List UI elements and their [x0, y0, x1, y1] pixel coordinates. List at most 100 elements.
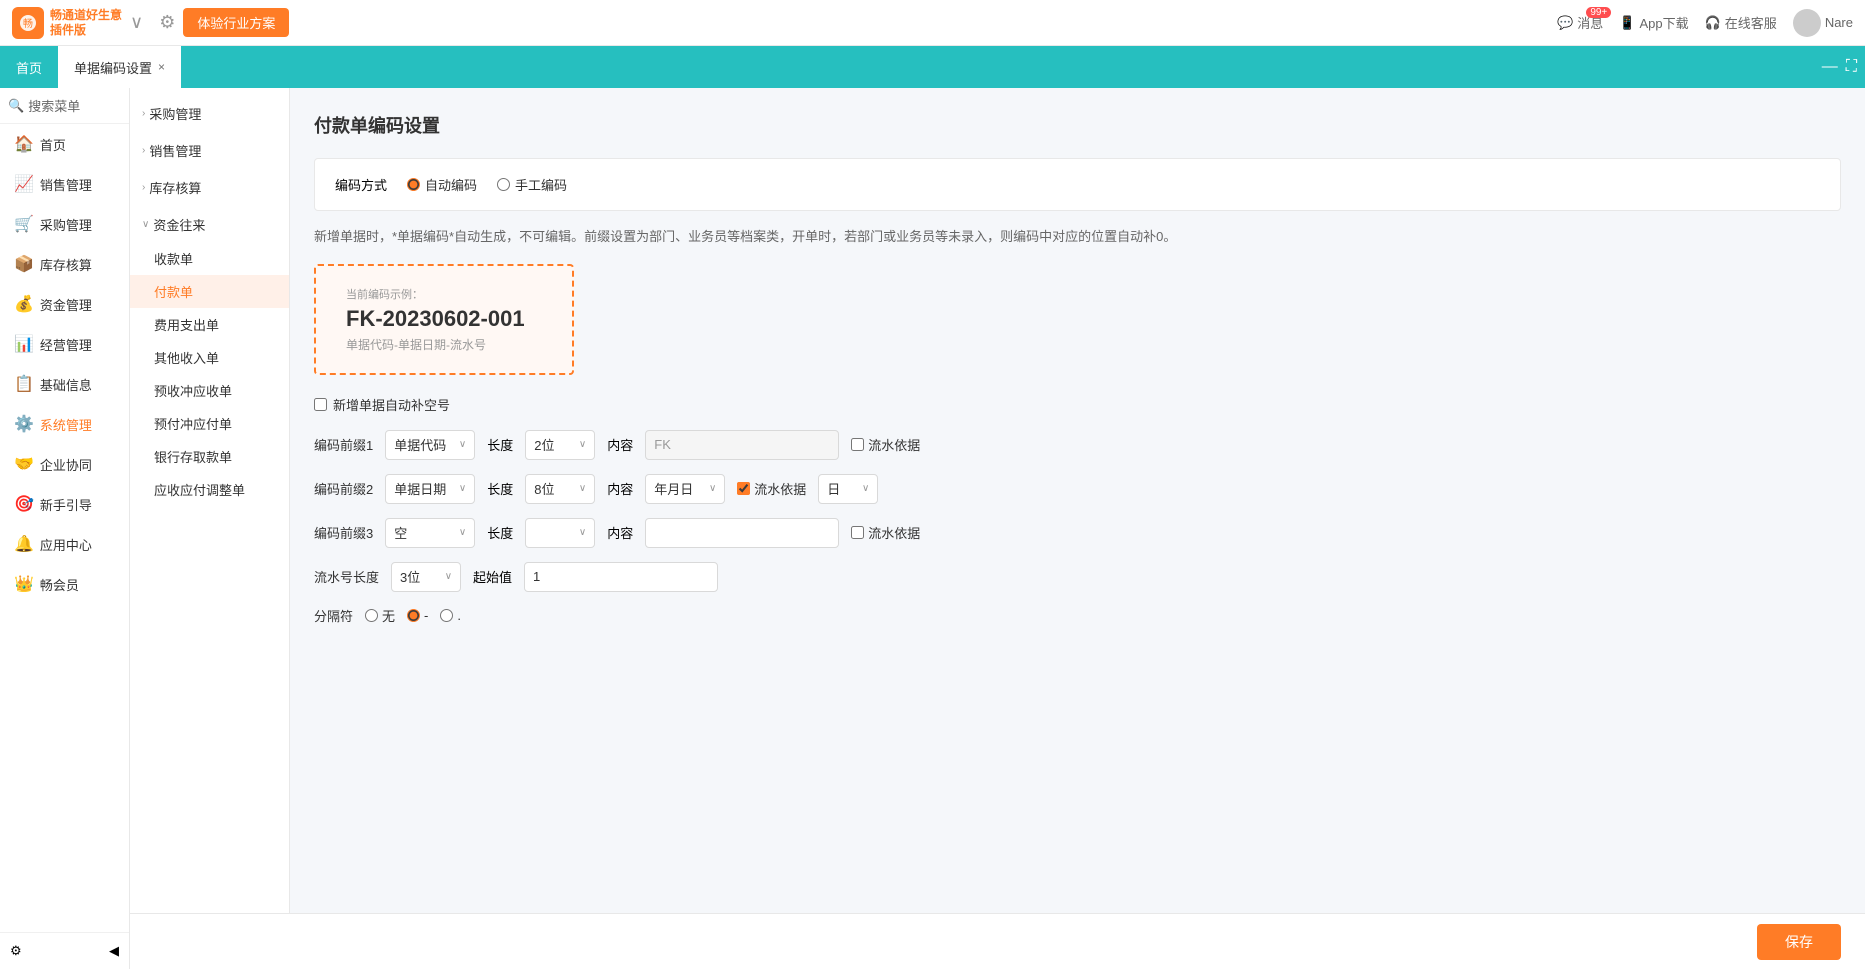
prefix3-select[interactable]: 空 ∨ — [385, 518, 475, 548]
topbar: 畅 畅通道好生意 插件版 ∨ ⚙ 体验行业方案 💬 消息 99+ 📱 App下载… — [0, 0, 1865, 46]
sidebar-item-appcenter[interactable]: 🔔 应用中心 — [0, 524, 129, 564]
prefix1-length-select[interactable]: 2位 ∨ — [525, 430, 595, 460]
prefix1-stream-checkbox[interactable] — [851, 438, 864, 451]
prefix1-select[interactable]: 单据代码 ∨ — [385, 430, 475, 460]
prefix1-content-label: 内容 — [607, 435, 633, 454]
message-badge: 99+ — [1586, 7, 1611, 18]
topbar-left: 畅 畅通道好生意 插件版 ∨ ⚙ 体验行业方案 — [12, 7, 289, 39]
sep-dash-input[interactable] — [407, 609, 420, 622]
coding-method-row: 编码方式 自动编码 手工编码 — [335, 175, 1820, 194]
sep-none-radio[interactable]: 无 — [365, 606, 395, 625]
nav-group-purchase-title[interactable]: 采购管理 — [130, 96, 289, 131]
nav-group-inventory-title[interactable]: 库存核算 — [130, 170, 289, 205]
nav-leaf-advance-offset[interactable]: 预付冲应付单 — [130, 407, 289, 440]
auto-fill-label: 新增单据自动补空号 — [333, 395, 450, 414]
nav-leaf-adjust[interactable]: 应收应付调整单 — [130, 473, 289, 506]
prefix3-stream-checkbox[interactable] — [851, 526, 864, 539]
sidebar-item-operations[interactable]: 📊 经营管理 — [0, 324, 129, 364]
prefix2-content-arrow-icon: ∨ — [709, 483, 716, 494]
manual-coding-input[interactable] — [497, 178, 510, 191]
serial-row: 流水号长度 3位 ∨ 起始值 — [314, 562, 1841, 592]
guide-icon: 🎯 — [14, 494, 34, 514]
nav-leaf-receipt[interactable]: 收款单 — [130, 242, 289, 275]
nav-group-capital-title[interactable]: 资金往来 — [130, 207, 289, 242]
save-button[interactable]: 保存 — [1757, 924, 1841, 960]
sep-dash-label: - — [424, 608, 428, 623]
sidebar-item-collab[interactable]: 🤝 企业协同 — [0, 444, 129, 484]
sep-dash-radio[interactable]: - — [407, 608, 428, 623]
auto-coding-radio[interactable]: 自动编码 — [407, 175, 477, 194]
member-icon: 👑 — [14, 574, 34, 594]
sidebar-item-home[interactable]: 🏠 首页 — [0, 124, 129, 164]
capital-arrow-icon — [142, 219, 149, 230]
tab-close-icon[interactable]: × — [158, 60, 165, 74]
sidebar-item-sales[interactable]: 📈 销售管理 — [0, 164, 129, 204]
sidebar-item-inventory[interactable]: 📦 库存核算 — [0, 244, 129, 284]
sidebar-item-system[interactable]: ⚙️ 系统管理 — [0, 404, 129, 444]
sidebar-item-finance[interactable]: 💰 资金管理 — [0, 284, 129, 324]
nav-leaf-other-income[interactable]: 其他收入单 — [130, 341, 289, 374]
preview-sub: 单据代码-单据日期-流水号 — [346, 336, 542, 353]
encoding-tab-label: 单据编码设置 — [74, 58, 152, 77]
logo-area: 畅 畅通道好生意 插件版 — [12, 7, 122, 39]
prefix2-period-select[interactable]: 日 ∨ — [818, 474, 878, 504]
prefix2-content-select[interactable]: 年月日 ∨ — [645, 474, 725, 504]
page-title: 付款单编码设置 — [314, 112, 1841, 138]
nav-leaf-bank[interactable]: 银行存取款单 — [130, 440, 289, 473]
serial-start-input[interactable] — [524, 562, 718, 592]
separator-row: 分隔符 无 - . — [314, 606, 1841, 625]
prefix2-length-select[interactable]: 8位 ∨ — [525, 474, 595, 504]
tab-home[interactable]: 首页 — [0, 46, 58, 88]
prefix3-stream-check: 流水依据 — [851, 523, 920, 542]
purchase-icon: 🛒 — [14, 214, 34, 234]
prefix1-stream-label: 流水依据 — [868, 435, 920, 454]
sep-dot-radio[interactable]: . — [440, 608, 461, 623]
auto-fill-checkbox[interactable] — [314, 398, 327, 411]
main-layout: 🔍 搜索菜单 🏠 首页 📈 销售管理 🛒 采购管理 📦 库存核算 💰 资金管理 … — [0, 88, 1865, 969]
sep-none-input[interactable] — [365, 609, 378, 622]
nav-group-inventory: 库存核算 — [130, 170, 289, 205]
nav-group-sales-title[interactable]: 销售管理 — [130, 133, 289, 168]
prefix3-arrow-icon: ∨ — [459, 527, 466, 538]
serial-length-select[interactable]: 3位 ∨ — [391, 562, 461, 592]
message-icon: 💬 — [1557, 15, 1573, 31]
prefix2-stream-check: 流水依据 — [737, 479, 806, 498]
nav-dropdown-icon[interactable]: ∨ — [130, 12, 143, 33]
sidebar-item-label: 销售管理 — [40, 175, 92, 194]
prefix3-length-select[interactable]: ∨ — [525, 518, 595, 548]
settings-icon[interactable]: ⚙ — [159, 12, 175, 33]
prefix1-row: 编码前缀1 单据代码 ∨ 长度 2位 ∨ 内容 流水依据 — [314, 430, 1841, 460]
sidebar-item-purchase[interactable]: 🛒 采购管理 — [0, 204, 129, 244]
maximize-btn[interactable]: ⛶ — [1846, 58, 1857, 76]
message-btn[interactable]: 💬 消息 99+ — [1557, 13, 1603, 32]
prefix2-select[interactable]: 单据日期 ∨ — [385, 474, 475, 504]
headset-icon: 🎧 — [1705, 15, 1721, 31]
prefix2-content-label: 内容 — [607, 479, 633, 498]
nav-leaf-prepay-offset[interactable]: 预收冲应收单 — [130, 374, 289, 407]
prefix3-stream-label: 流水依据 — [868, 523, 920, 542]
auto-fill-row: 新增单据自动补空号 — [314, 395, 1841, 414]
purchase-arrow-icon — [142, 108, 145, 119]
sep-dot-input[interactable] — [440, 609, 453, 622]
prefix2-stream-checkbox[interactable] — [737, 482, 750, 495]
trial-btn[interactable]: 体验行业方案 — [183, 8, 289, 37]
tab-encoding-settings[interactable]: 单据编码设置 × — [58, 46, 181, 88]
auto-coding-input[interactable] — [407, 178, 420, 191]
prefix3-content-input[interactable] — [645, 518, 839, 548]
sidebar-item-member[interactable]: 👑 畅会员 — [0, 564, 129, 604]
online-service-btn[interactable]: 🎧 在线客服 — [1705, 13, 1777, 32]
settings-bottom-icon[interactable]: ⚙ — [10, 943, 22, 959]
sidebar-item-label: 新手引导 — [40, 495, 92, 514]
collab-icon: 🤝 — [14, 454, 34, 474]
collapse-icon[interactable]: ◀ — [109, 943, 119, 959]
nav-leaf-expense[interactable]: 费用支出单 — [130, 308, 289, 341]
inventory-arrow-icon — [142, 182, 145, 193]
manual-coding-radio[interactable]: 手工编码 — [497, 175, 567, 194]
sidebar-item-basic-info[interactable]: 📋 基础信息 — [0, 364, 129, 404]
sidebar-item-guide[interactable]: 🎯 新手引导 — [0, 484, 129, 524]
minimize-btn[interactable]: — — [1822, 58, 1838, 76]
sidebar-search[interactable]: 🔍 搜索菜单 — [0, 88, 129, 124]
app-download-btn[interactable]: 📱 App下载 — [1619, 13, 1688, 32]
user-area[interactable]: Nare — [1793, 9, 1853, 37]
nav-leaf-payment[interactable]: 付款单 — [130, 275, 289, 308]
